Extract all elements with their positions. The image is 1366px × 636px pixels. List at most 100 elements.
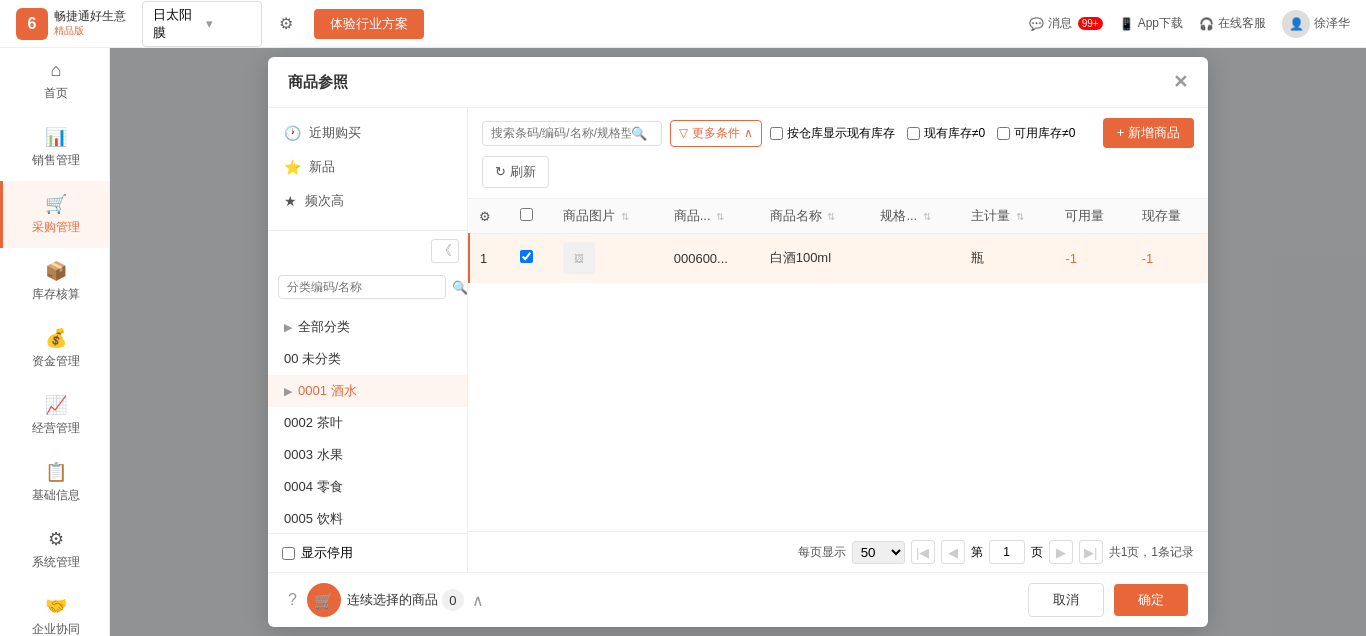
sidebar-label: 系统管理 xyxy=(32,554,80,571)
check-nonzero-stock[interactable]: 现有库存≠0 xyxy=(907,125,985,142)
left-panel: 🕐 近期购买 ⭐ 新品 ★ 频次高 xyxy=(268,108,468,572)
category-0003[interactable]: 0003 水果 xyxy=(268,439,467,471)
nav-service[interactable]: 🎧 在线客服 xyxy=(1199,15,1266,32)
more-filters-button[interactable]: ▽ 更多条件 ∧ xyxy=(670,120,762,147)
enterprise-icon: 🤝 xyxy=(45,595,67,617)
inventory-icon: 📦 xyxy=(45,260,67,282)
sidebar-item-finance[interactable]: 💰 资金管理 xyxy=(0,315,109,382)
col-image: 商品图片 ⇅ xyxy=(553,199,664,234)
sidebar-label: 库存核算 xyxy=(32,286,80,303)
col-unit: 主计量 ⇅ xyxy=(961,199,1055,234)
category-00[interactable]: 00 未分类 xyxy=(268,343,467,375)
row-checkbox[interactable] xyxy=(520,250,533,263)
collapse-up-icon[interactable]: ∧ xyxy=(472,591,484,610)
per-page-select[interactable]: 50 10 20 100 xyxy=(852,541,905,564)
chevron-down-icon: ▾ xyxy=(206,16,251,31)
show-disabled-checkbox[interactable] xyxy=(282,547,295,560)
operations-icon: 📈 xyxy=(45,394,67,416)
cancel-button[interactable]: 取消 xyxy=(1028,583,1104,617)
category-all[interactable]: ▶ 全部分类 xyxy=(268,311,467,343)
sidebar-label: 销售管理 xyxy=(32,152,80,169)
sidebar-label: 企业协同 xyxy=(32,621,80,636)
user-area[interactable]: 👤 徐泽华 xyxy=(1282,10,1350,38)
category-0001[interactable]: ▶ 0001 酒水 xyxy=(268,375,467,407)
warehouse-stock-checkbox[interactable] xyxy=(770,127,783,140)
next-page-button[interactable]: ▶ xyxy=(1049,540,1073,564)
username: 徐泽华 xyxy=(1314,15,1350,32)
gear-icon[interactable]: ⚙ xyxy=(270,8,302,40)
product-search-input[interactable] xyxy=(491,126,631,140)
nav-right: 💬 消息 99+ 📱 App下载 🎧 在线客服 👤 徐泽华 xyxy=(1029,10,1350,38)
close-icon[interactable]: ✕ xyxy=(1173,71,1188,93)
app-icon: 📱 xyxy=(1119,17,1134,31)
col-available: 可用量 xyxy=(1055,199,1131,234)
logo-sub: 精品版 xyxy=(54,24,126,38)
tab-new[interactable]: ⭐ 新品 xyxy=(268,150,467,184)
confirm-button[interactable]: 确定 xyxy=(1114,584,1188,616)
trial-button[interactable]: 体验行业方案 xyxy=(314,9,424,39)
category-search: 🔍 xyxy=(268,267,467,307)
category-0005[interactable]: 0005 饮料 xyxy=(268,503,467,533)
nav-app-download[interactable]: 📱 App下载 xyxy=(1119,15,1183,32)
left-panel-tabs: 🕐 近期购买 ⭐ 新品 ★ 频次高 xyxy=(268,108,467,226)
sales-icon: 📊 xyxy=(45,126,67,148)
cell-checkbox[interactable] xyxy=(510,234,553,283)
col-checkbox[interactable] xyxy=(510,199,553,234)
col-spec: 规格... ⇅ xyxy=(870,199,961,234)
last-page-button[interactable]: ▶| xyxy=(1079,540,1103,564)
first-page-button[interactable]: |◀ xyxy=(911,540,935,564)
check-available-stock[interactable]: 可用库存≠0 xyxy=(997,125,1075,142)
sidebar-item-purchase[interactable]: 🛒 采购管理 xyxy=(0,181,109,248)
page-total: 共1页，1条记录 xyxy=(1109,544,1194,561)
tab-new-label: 新品 xyxy=(309,158,335,176)
message-badge: 99+ xyxy=(1078,17,1103,30)
sidebar-item-inventory[interactable]: 📦 库存核算 xyxy=(0,248,109,315)
sidebar-item-home[interactable]: ⌂ 首页 xyxy=(0,48,109,114)
headphone-icon: 🎧 xyxy=(1199,17,1214,31)
recent-icon: 🕐 xyxy=(284,125,301,141)
tab-recent[interactable]: 🕐 近期购买 xyxy=(268,116,467,150)
cart-icon[interactable]: 🛒 xyxy=(307,583,341,617)
search-icon[interactable]: 🔍 xyxy=(631,126,647,141)
tab-frequent[interactable]: ★ 频次高 xyxy=(268,184,467,218)
tab-recent-label: 近期购买 xyxy=(309,124,361,142)
category-search-input[interactable] xyxy=(278,275,446,299)
available-stock-checkbox[interactable] xyxy=(997,127,1010,140)
nonzero-stock-checkbox[interactable] xyxy=(907,127,920,140)
message-icon: 💬 xyxy=(1029,17,1044,31)
modal-title: 商品参照 xyxy=(288,73,348,92)
search-icon[interactable]: 🔍 xyxy=(452,280,468,295)
check-warehouse-stock[interactable]: 按仓库显示现有库存 xyxy=(770,125,895,142)
sidebar-item-basic-info[interactable]: 📋 基础信息 xyxy=(0,449,109,516)
purchase-icon: 🛒 xyxy=(45,193,67,215)
sidebar-item-enterprise[interactable]: 🤝 企业协同 xyxy=(0,583,109,636)
cell-stock: -1 xyxy=(1132,234,1208,283)
select-all-checkbox[interactable] xyxy=(520,208,533,221)
home-icon: ⌂ xyxy=(51,60,62,81)
cell-num: 1 xyxy=(469,234,510,283)
right-panel: 🔍 ▽ 更多条件 ∧ 按仓库显示现有库存 xyxy=(468,108,1208,572)
prev-page-button[interactable]: ◀ xyxy=(941,540,965,564)
add-product-button[interactable]: + 新增商品 xyxy=(1103,118,1194,148)
refresh-button[interactable]: ↻ 刷新 xyxy=(482,156,549,188)
collapse-icon[interactable]: 《 xyxy=(431,239,459,263)
product-table: ⚙ 商品图片 ⇅ 商品... ⇅ xyxy=(468,199,1208,283)
cell-unit: 瓶 xyxy=(961,234,1055,283)
new-icon: ⭐ xyxy=(284,159,301,175)
sidebar-item-sales[interactable]: 📊 销售管理 xyxy=(0,114,109,181)
help-icon[interactable]: ? xyxy=(288,591,297,609)
page-number-input[interactable] xyxy=(989,540,1025,564)
col-settings[interactable]: ⚙ xyxy=(469,199,510,234)
sidebar-item-operations[interactable]: 📈 经营管理 xyxy=(0,382,109,449)
col-code: 商品... ⇅ xyxy=(664,199,760,234)
logo-name: 畅捷通好生意 xyxy=(54,9,126,25)
category-0004[interactable]: 0004 零食 xyxy=(268,471,467,503)
category-0002[interactable]: 0002 茶叶 xyxy=(268,407,467,439)
avatar: 👤 xyxy=(1282,10,1310,38)
nav-message[interactable]: 💬 消息 99+ xyxy=(1029,15,1103,32)
nav-selector[interactable]: 日太阳膜 ▾ xyxy=(142,1,262,47)
product-thumbnail: 🖼 xyxy=(563,242,595,274)
table-row[interactable]: 1 🖼 000600... 白酒100ml xyxy=(469,234,1208,283)
sidebar-item-system[interactable]: ⚙ 系统管理 xyxy=(0,516,109,583)
category-tree: ▶ 全部分类 00 未分类 ▶ 0001 酒水 0002 茶 xyxy=(268,307,467,533)
